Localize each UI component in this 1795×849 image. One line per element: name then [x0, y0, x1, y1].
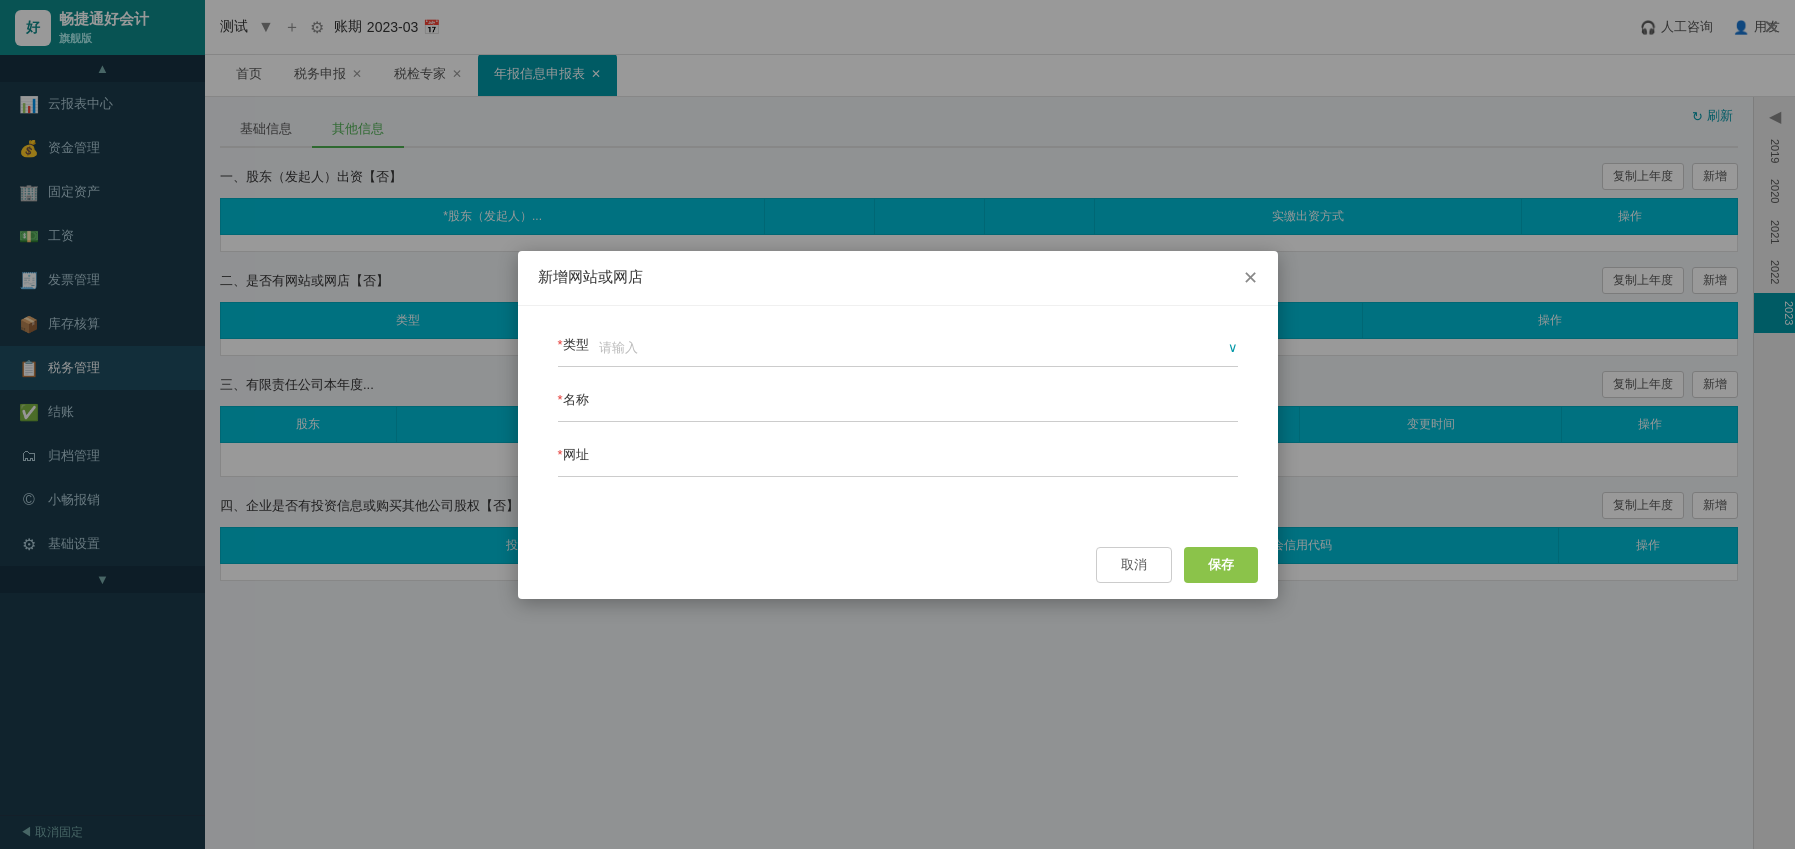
name-input[interactable] — [599, 395, 1238, 410]
modal-body: *类型 ∨ *名称 *网址 — [518, 306, 1278, 531]
type-input-row: *类型 ∨ — [558, 336, 1238, 367]
modal-overlay: 新增网站或网店 ✕ *类型 ∨ *名称 — [0, 0, 1795, 849]
url-input-row: *网址 — [558, 446, 1238, 477]
modal-close-btn[interactable]: ✕ — [1243, 267, 1258, 289]
type-label: *类型 — [558, 336, 589, 354]
url-label: *网址 — [558, 446, 589, 464]
name-field: *名称 — [558, 391, 1238, 422]
name-input-row: *名称 — [558, 391, 1238, 422]
modal-header: 新增网站或网店 ✕ — [518, 251, 1278, 306]
url-input[interactable] — [599, 450, 1238, 465]
type-input[interactable] — [599, 340, 1218, 355]
modal-title: 新增网站或网店 — [538, 268, 643, 287]
url-field: *网址 — [558, 446, 1238, 477]
name-label: *名称 — [558, 391, 589, 409]
modal-add-website: 新增网站或网店 ✕ *类型 ∨ *名称 — [518, 251, 1278, 599]
type-dropdown-icon[interactable]: ∨ — [1228, 340, 1238, 355]
type-field: *类型 ∨ — [558, 336, 1238, 367]
modal-footer: 取消 保存 — [518, 531, 1278, 599]
save-button[interactable]: 保存 — [1184, 547, 1258, 583]
cancel-button[interactable]: 取消 — [1096, 547, 1172, 583]
